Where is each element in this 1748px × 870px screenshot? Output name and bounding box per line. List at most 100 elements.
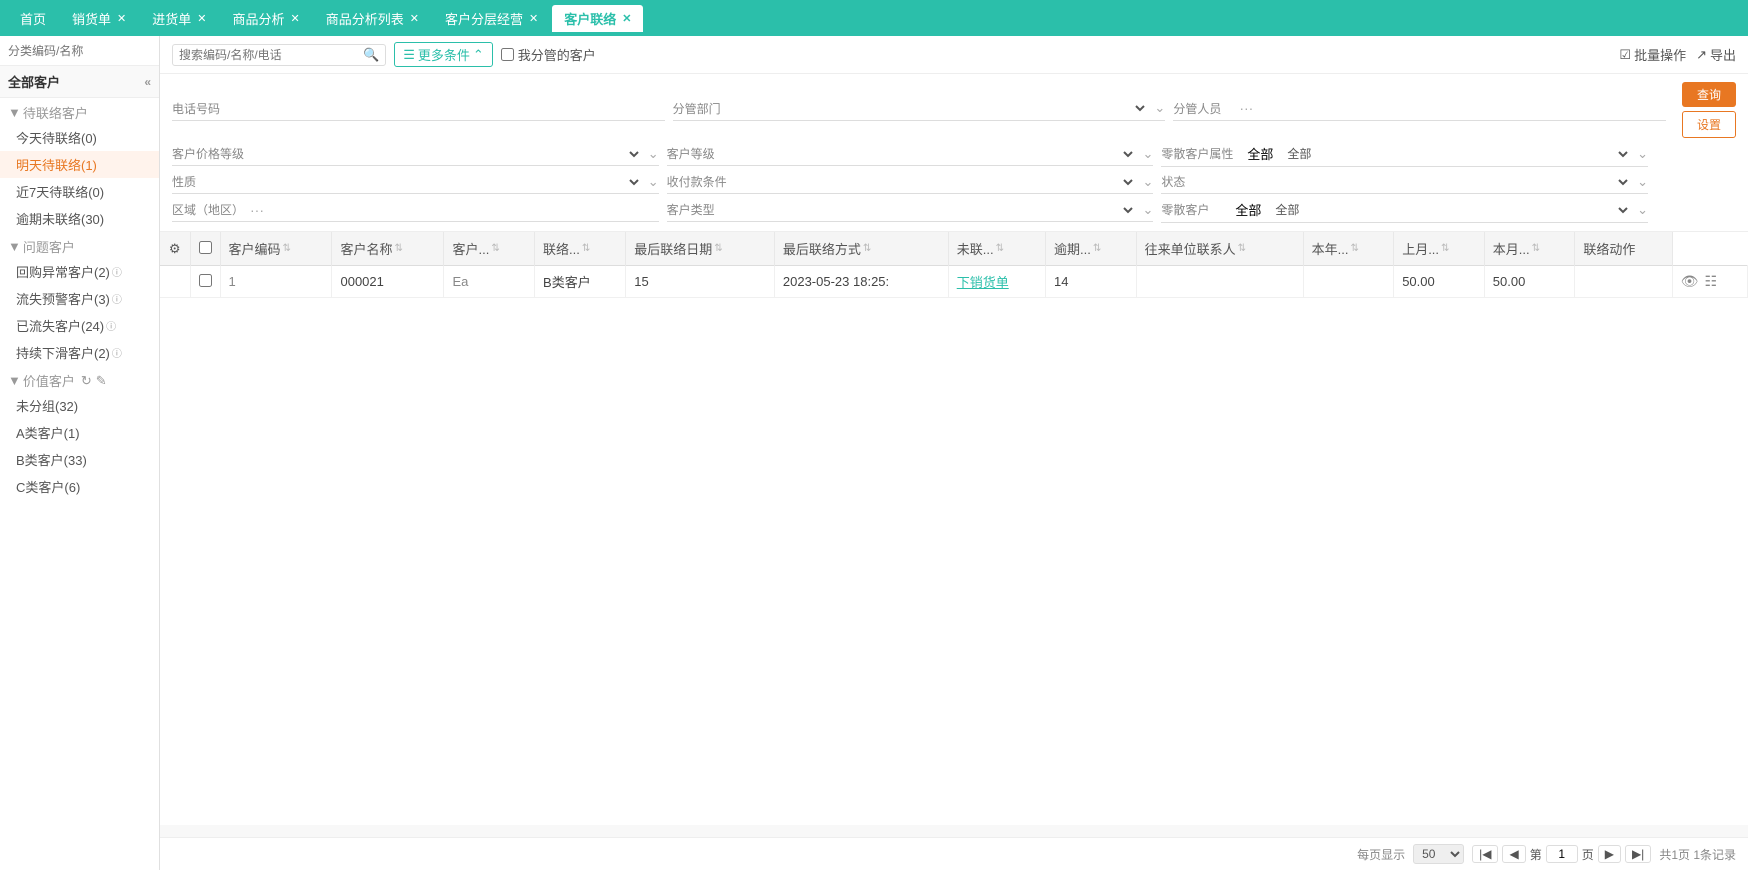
sidebar-item-overdue-contact[interactable]: 逾期未联络(30) <box>0 205 159 232</box>
action-eye-icon[interactable]: 👁 <box>1681 273 1699 290</box>
sidebar-item-class-a[interactable]: A类客户(1) <box>0 419 159 446</box>
customer-table: ⚙ 客户编码⇅ 客户名称⇅ 客户...⇅ <box>160 232 1748 298</box>
content-area: 🔍 ☰ 更多条件 ⌃ 我分管的客户 ☑ 批量操作 ↗ 导出 <box>160 36 1748 870</box>
sort-icon-last-month: ⇅ <box>1441 243 1449 254</box>
col-this-year-header[interactable]: 本年...⇅ <box>1303 232 1394 266</box>
nav-item-customer-contact[interactable]: 客户联络 ✕ <box>552 5 643 32</box>
col-not-contact-header[interactable]: 未联...⇅ <box>948 232 1045 266</box>
nav-close-sales[interactable]: ✕ <box>117 12 126 25</box>
region-dots[interactable]: ··· <box>250 202 264 218</box>
field-retail-attr: 零散客户属性 全部 全部 ⌄ <box>1161 144 1648 167</box>
status-select[interactable] <box>1227 174 1631 190</box>
my-customers-checkbox-wrapper[interactable]: 我分管的客户 <box>501 45 596 64</box>
query-button[interactable]: 查询 <box>1682 82 1736 107</box>
customer-type-select[interactable] <box>733 202 1137 218</box>
search-icon[interactable]: 🔍 <box>363 47 379 63</box>
sort-icon-not-contact: ⇅ <box>996 243 1004 254</box>
nav-close-analysis[interactable]: ✕ <box>291 12 300 25</box>
action-grid-icon[interactable]: ☷ <box>1704 273 1717 290</box>
col-contact-count-header[interactable]: 联络...⇅ <box>535 232 626 266</box>
col-type-header[interactable]: 客户...⇅ <box>444 232 535 266</box>
price-level-select[interactable] <box>250 146 642 162</box>
sidebar-item-churn-warning[interactable]: 流失预警客户(3) ⓘ <box>0 285 159 312</box>
sidebar-search-input[interactable] <box>8 44 160 58</box>
nav-close-analysis-list[interactable]: ✕ <box>410 12 419 25</box>
sidebar-item-tomorrow[interactable]: 明天待联络(1) <box>0 151 159 178</box>
sidebar-item-repurchase[interactable]: 回购异常客户(2) ⓘ <box>0 258 159 285</box>
last-page-btn[interactable]: ▶| <box>1625 845 1651 863</box>
col-contact-person-header[interactable]: 往来单位联系人⇅ <box>1136 232 1303 266</box>
my-customers-label: 我分管的客户 <box>518 45 596 64</box>
page-nav: |◀ ◀ 第 页 ▶ ▶| <box>1472 845 1651 863</box>
adv-filter-panel: 电话号码 分管部门 ⌄ 分管人员 ··· 查询 设置 <box>160 74 1748 232</box>
more-conditions-btn[interactable]: ☰ 更多条件 ⌃ <box>394 42 493 67</box>
sidebar-item-class-c[interactable]: C类客户(6) <box>0 473 159 500</box>
customer-grade-select[interactable] <box>733 146 1137 162</box>
nav-close-customer-contact[interactable]: ✕ <box>622 12 631 25</box>
row-action-cell: 👁 ☷ <box>1672 266 1747 298</box>
gear-icon[interactable]: ⚙ <box>169 241 181 256</box>
nav-item-home[interactable]: 首页 <box>8 5 58 32</box>
page-number-input[interactable] <box>1546 845 1578 863</box>
col-this-month-header[interactable]: 本月...⇅ <box>1484 232 1575 266</box>
retail-customer-select[interactable]: 全部 <box>1271 202 1631 218</box>
sidebar-item-ungrouped[interactable]: 未分组(32) <box>0 392 159 419</box>
edit-icon[interactable]: ✎ <box>96 373 107 389</box>
my-customers-checkbox[interactable] <box>501 48 514 61</box>
retail-attr-select[interactable]: 全部 <box>1283 146 1631 162</box>
sidebar-item-today[interactable]: 今天待联络(0) <box>0 124 159 151</box>
nav-item-analysis-list[interactable]: 商品分析列表 ✕ <box>314 5 431 32</box>
toolbar-right: ☑ 批量操作 ↗ 导出 <box>1619 45 1736 64</box>
field-retail-customer: 零散客户 全部 全部 ⌄ <box>1161 200 1648 223</box>
export-btn[interactable]: ↗ 导出 <box>1696 45 1736 64</box>
sidebar-item-churned[interactable]: 已流失客户(24) ⓘ <box>0 312 159 339</box>
nature-select[interactable] <box>238 174 642 190</box>
col-name-header[interactable]: 客户名称⇅ <box>332 232 444 266</box>
col-overdue-header[interactable]: 逾期...⇅ <box>1046 232 1137 266</box>
field-dept: 分管部门 ⌄ <box>673 100 1166 121</box>
nav-close-purchase[interactable]: ✕ <box>197 12 206 25</box>
next-page-btn[interactable]: ▶ <box>1598 845 1621 863</box>
row-check-cell <box>190 266 220 298</box>
manager-dots[interactable]: ··· <box>1239 100 1253 116</box>
refresh-icon[interactable]: ↻ <box>81 373 92 389</box>
sort-icon-contact: ⇅ <box>582 243 590 254</box>
nav-item-customer-tier[interactable]: 客户分层经营 ✕ <box>433 5 550 32</box>
sidebar-item-7days[interactable]: 近7天待联络(0) <box>0 178 159 205</box>
chevron-up-icon: ⌃ <box>473 47 484 63</box>
last-method-link[interactable]: 下销货单 <box>957 275 1009 290</box>
table-hscroll[interactable] <box>160 825 1748 837</box>
ctype-chevron: ⌄ <box>1142 202 1153 218</box>
sort-icon-person: ⇅ <box>1238 243 1246 254</box>
phone-input[interactable] <box>238 101 665 115</box>
col-code-header[interactable]: 客户编码⇅ <box>220 232 332 266</box>
payment-select[interactable] <box>733 174 1137 190</box>
dept-select[interactable] <box>739 100 1149 116</box>
nav-item-analysis[interactable]: 商品分析 ✕ <box>220 5 311 32</box>
row-gear-cell <box>160 266 190 298</box>
batch-op-btn[interactable]: ☑ 批量操作 <box>1619 45 1686 64</box>
field-payment: 收付款条件 ⌄ <box>667 173 1154 194</box>
field-region: 区域（地区） ··· <box>172 201 659 222</box>
sidebar-item-class-b[interactable]: B类客户(33) <box>0 446 159 473</box>
sort-icon-name: ⇅ <box>395 243 403 254</box>
filter-icon: ☰ <box>403 47 415 63</box>
nav-close-customer-tier[interactable]: ✕ <box>529 12 538 25</box>
row-num-cell: 1 <box>220 266 332 298</box>
row-this-year-cell: 50.00 <box>1394 266 1485 298</box>
select-all-checkbox[interactable] <box>199 241 212 254</box>
sidebar-all-customers-header[interactable]: 全部客户 « <box>0 66 159 98</box>
first-page-btn[interactable]: |◀ <box>1472 845 1498 863</box>
prev-page-btn[interactable]: ◀ <box>1502 845 1525 863</box>
row-checkbox[interactable] <box>199 274 212 287</box>
per-page-select[interactable]: 50 100 200 <box>1413 844 1464 864</box>
nav-item-sales[interactable]: 销货单 ✕ <box>60 5 138 32</box>
nav-item-purchase[interactable]: 进货单 ✕ <box>140 5 218 32</box>
col-last-date-header[interactable]: 最后联络日期⇅ <box>626 232 775 266</box>
sidebar-item-declining[interactable]: 持续下滑客户(2) ⓘ <box>0 339 159 366</box>
col-last-method-header[interactable]: 最后联络方式⇅ <box>774 232 948 266</box>
reset-button[interactable]: 设置 <box>1682 111 1736 138</box>
search-input[interactable] <box>179 48 359 62</box>
col-last-month-header[interactable]: 上月...⇅ <box>1394 232 1485 266</box>
collapse-icon[interactable]: « <box>144 75 151 89</box>
